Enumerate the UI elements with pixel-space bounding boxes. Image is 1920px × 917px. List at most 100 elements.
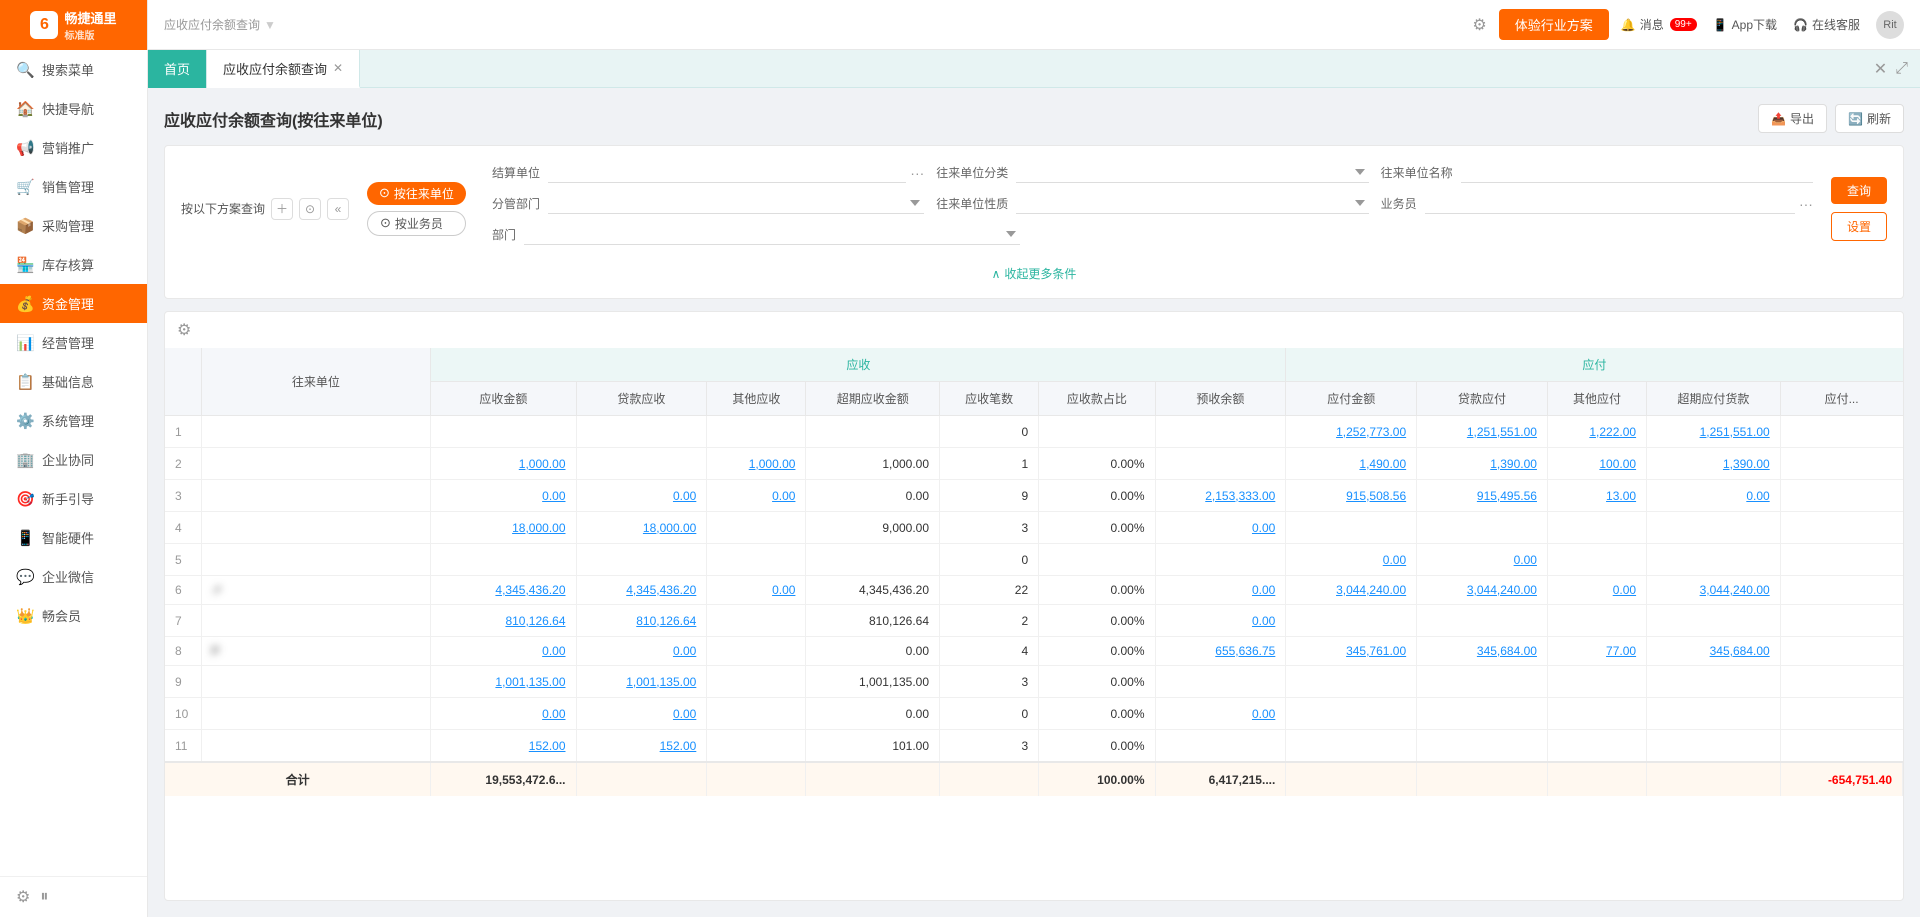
row-num: 5: [165, 544, 201, 576]
tab-actions: ✕ ⤢: [1862, 59, 1920, 79]
scheme-back-button[interactable]: «: [327, 198, 349, 220]
row-num: 8: [165, 637, 201, 666]
filter-nature-select[interactable]: [1016, 193, 1368, 214]
filter-settlement-input[interactable]: [548, 162, 906, 183]
filter-dept-label: 分管部门: [492, 195, 540, 212]
avatar[interactable]: Rit: [1876, 11, 1904, 39]
notifications-item[interactable]: 🔔 消息 99+: [1621, 16, 1697, 33]
table-row: 10 0.00 0.00 0.00 0 0.00% 0.00: [165, 698, 1903, 730]
filter-item-partner-type: 往来单位分类: [936, 162, 1368, 183]
filter-scheme-active[interactable]: ⊙ 按往来单位: [367, 182, 466, 205]
filter-department-label: 部门: [492, 226, 516, 243]
table-footer: 合计 19,553,472.6... 100.00% 6,417,215....: [165, 762, 1903, 796]
sidebar-item-basic[interactable]: 📋 基础信息: [0, 362, 147, 401]
refresh-button[interactable]: 🔄 刷新: [1835, 104, 1904, 133]
settings-button[interactable]: 设置: [1831, 212, 1887, 241]
footer-collapse-icon[interactable]: ⏸: [40, 888, 48, 906]
row-num: 3: [165, 480, 201, 512]
filter-row-2: 分管部门 往来单位性质 业务员: [492, 193, 1813, 214]
filter-salesperson-dots[interactable]: ···: [1799, 196, 1813, 212]
filter-dept-select[interactable]: [548, 193, 924, 214]
scheme-settings-button[interactable]: ⊙: [299, 198, 321, 220]
sidebar-item-hardware[interactable]: 📱 智能硬件: [0, 518, 147, 557]
data-table: 往来单位 应收 应付 应收金额 贷款应收 其他应收 超期应收金额 应收笔数 应收…: [165, 348, 1903, 796]
th-group-ar: 应收: [431, 348, 1286, 382]
table-row: 9 1,001,135.00 1,001,135.00 1,001,135.00…: [165, 666, 1903, 698]
promo-button[interactable]: 体验行业方案: [1499, 9, 1609, 40]
sidebar-item-marketing[interactable]: 📢 营销推广: [0, 128, 147, 167]
sidebar-item-quicknav[interactable]: 🏠 快捷导航: [0, 89, 147, 128]
export-button[interactable]: 📤 导出: [1758, 104, 1827, 133]
table-row: 4 18,000.00 18,000.00 9,000.00 3 0.00% 0…: [165, 512, 1903, 544]
filter-partner-name-input[interactable]: [1461, 162, 1813, 183]
hardware-icon: 📱: [16, 529, 34, 547]
sidebar-item-sales[interactable]: 🛒 销售管理: [0, 167, 147, 206]
sidebar-item-system[interactable]: ⚙️ 系统管理: [0, 401, 147, 440]
sidebar-item-search[interactable]: 🔍 搜索菜单: [0, 50, 147, 89]
table-wrap: ⚙ 往来单位 应收 应付 应收金额 贷款应收 其他应收: [164, 311, 1904, 901]
filter-scheme-other[interactable]: ⊙ 按业务员: [367, 211, 466, 236]
filter-salesperson-label: 业务员: [1381, 195, 1417, 212]
tab-close-icon[interactable]: ✕: [333, 61, 343, 75]
app-download-item[interactable]: 📱 App下载: [1713, 16, 1777, 33]
partner-cell: [201, 544, 431, 576]
content-area: 应收应付余额查询(按往来单位) 📤 导出 🔄 刷新 按以下方案查询 ＋ ⊙ «: [148, 88, 1920, 917]
gear-icon[interactable]: ⚙: [1472, 15, 1486, 35]
sidebar-item-purchase[interactable]: 📦 采购管理: [0, 206, 147, 245]
table-row: 6 ↗ 4,345,436.20 4,345,436.20 0.00 4,345…: [165, 576, 1903, 605]
filter-settlement-dots[interactable]: ···: [910, 165, 924, 181]
wechat-icon: 💬: [16, 568, 34, 586]
basic-icon: 📋: [16, 373, 34, 391]
partner-cell: [201, 512, 431, 544]
footer-ap-total: -654,751.40: [1780, 762, 1902, 796]
partner-cell: [201, 416, 431, 448]
sidebar-item-inventory[interactable]: 🏪 库存核算: [0, 245, 147, 284]
tab-close-window-icon[interactable]: ✕: [1874, 59, 1887, 79]
tab-maximize-icon[interactable]: ⤢: [1895, 60, 1908, 78]
partner-cell: [201, 605, 431, 637]
filter-partner-type-label: 往来单位分类: [936, 164, 1008, 181]
footer-settings-icon[interactable]: ⚙: [16, 887, 30, 907]
notifications-badge: 99+: [1670, 18, 1697, 31]
header-right: 🔔 消息 99+ 📱 App下载 🎧 在线客服 Rit: [1621, 11, 1904, 39]
sidebar-item-finance[interactable]: 💰 资金管理: [0, 284, 147, 323]
filter-salesperson-input[interactable]: [1425, 193, 1795, 214]
breadcrumb-arrow: ▼: [264, 18, 276, 32]
tab-home[interactable]: 首页: [148, 50, 207, 88]
sidebar-item-operation[interactable]: 📊 经营管理: [0, 323, 147, 362]
filter-item-department: 部门: [492, 224, 1020, 245]
filter-area: 按以下方案查询 ＋ ⊙ « ⊙ 按往来单位 ⊙ 按业务员: [164, 145, 1904, 299]
sidebar-item-wechat[interactable]: 💬 企业微信: [0, 557, 147, 596]
online-service-item[interactable]: 🎧 在线客服: [1793, 16, 1860, 33]
marketing-icon: 📢: [16, 139, 34, 157]
sidebar-item-guide[interactable]: 🎯 新手引导: [0, 479, 147, 518]
page-actions: 📤 导出 🔄 刷新: [1758, 104, 1904, 133]
query-button[interactable]: 查询: [1831, 177, 1887, 204]
home-icon: 🏠: [16, 100, 34, 118]
partner-cell: [201, 698, 431, 730]
system-icon: ⚙️: [16, 412, 34, 430]
filter-department-select[interactable]: [524, 224, 1020, 245]
sidebar-item-member[interactable]: 👑 畅会员: [0, 596, 147, 635]
filter-tools: 按以下方案查询 ＋ ⊙ « ⊙ 按往来单位 ⊙ 按业务员: [181, 162, 1887, 255]
logo-sub: 标准版: [64, 27, 116, 42]
row-num: 7: [165, 605, 201, 637]
sales-icon: 🛒: [16, 178, 34, 196]
tab-ar-label: 应收应付余额查询: [223, 59, 327, 78]
filter-item-salesperson: 业务员 ···: [1381, 193, 1813, 214]
table-settings-icon[interactable]: ⚙: [177, 320, 191, 340]
add-scheme-button[interactable]: ＋: [271, 198, 293, 220]
sidebar-item-enterprise[interactable]: 🏢 企业协同: [0, 440, 147, 479]
table-row: 7 810,126.64 810,126.64 810,126.64 2 0.0…: [165, 605, 1903, 637]
table-row: 5 0 0.00 0.00: [165, 544, 1903, 576]
table-row: 3 0.00 0.00 0.00 0.00 9 0.00% 2,153,333.…: [165, 480, 1903, 512]
export-icon: 📤: [1771, 112, 1786, 126]
page-title: 应收应付余额查询(按往来单位): [164, 107, 383, 131]
tab-ar-query[interactable]: 应收应付余额查询 ✕: [207, 50, 360, 88]
row-num: 9: [165, 666, 201, 698]
filter-partner-type-select[interactable]: [1016, 162, 1368, 183]
collapse-button[interactable]: ∧ 收起更多条件: [181, 265, 1887, 282]
footer-ar-prepay: 6,417,215....: [1155, 762, 1286, 796]
filter-item-nature: 往来单位性质: [936, 193, 1368, 214]
breadcrumb-text: 应收应付余额查询: [164, 16, 260, 33]
